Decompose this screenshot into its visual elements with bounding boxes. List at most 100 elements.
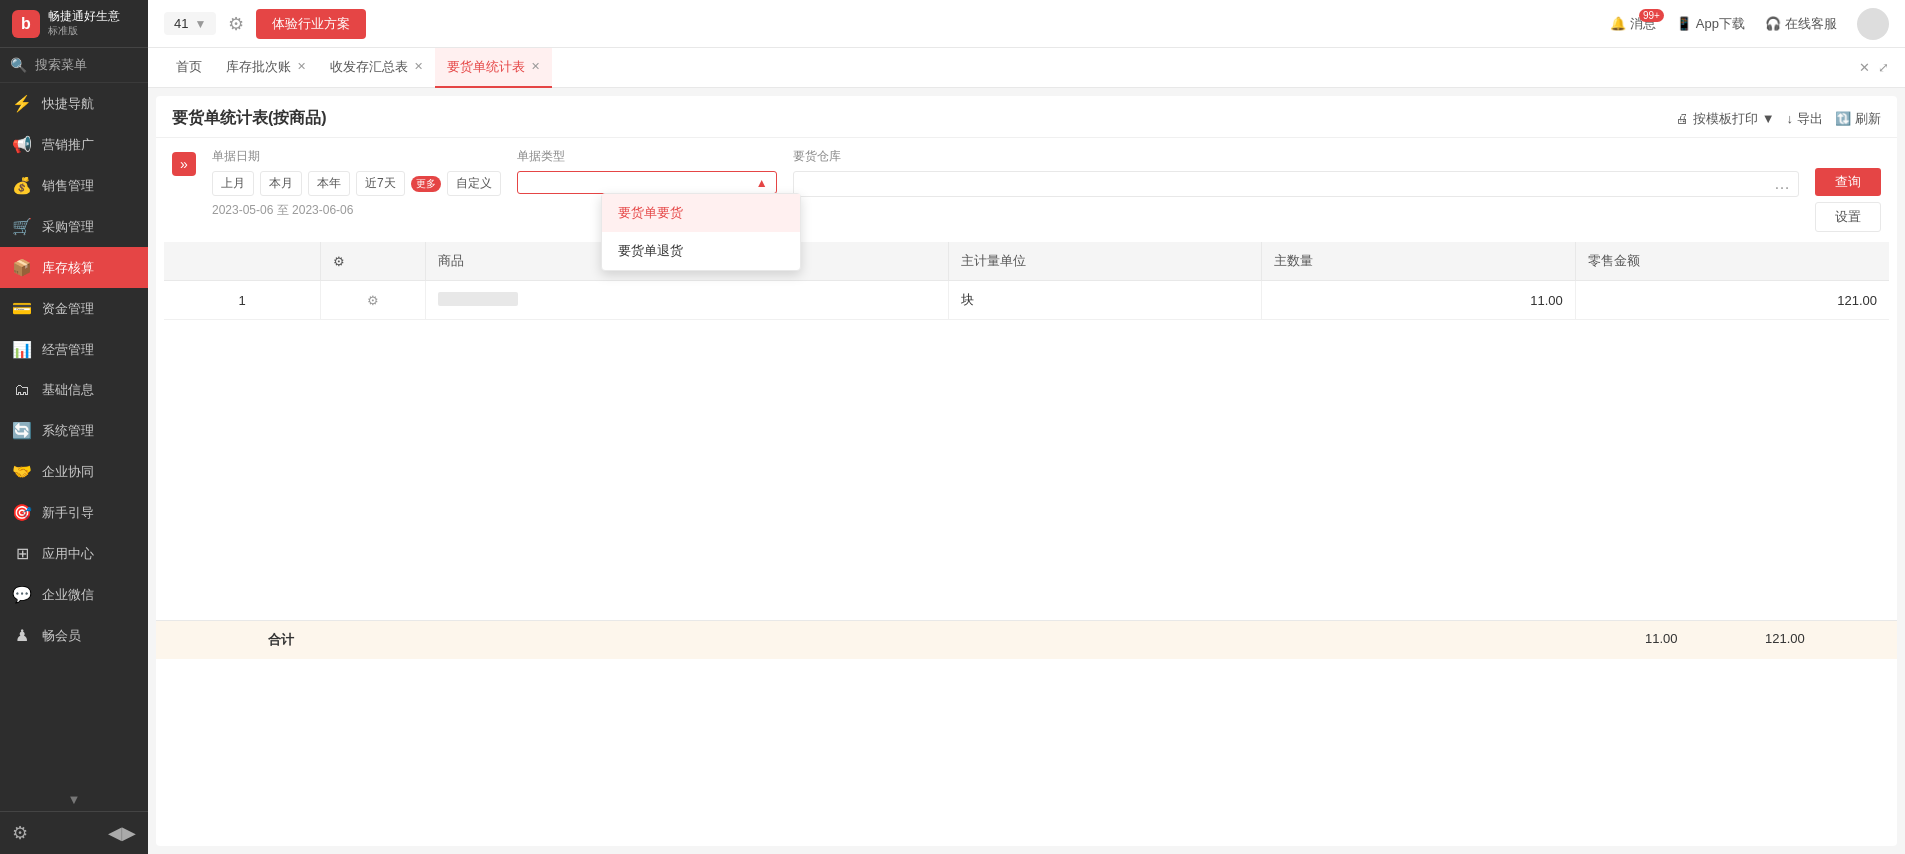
cell-product	[425, 281, 948, 320]
enterprise-icon: 🤝	[12, 462, 32, 481]
online-service-btn[interactable]: 🎧 在线客服	[1765, 15, 1837, 33]
table-footer: 合计 11.00 121.00	[156, 620, 1897, 659]
dropdown-item-order-goods[interactable]: 要货单要货	[602, 194, 800, 232]
filter-warehouse-more-icon[interactable]: …	[1774, 175, 1790, 193]
tab-home[interactable]: 首页	[164, 48, 214, 88]
filter-warehouse-input[interactable]	[802, 177, 1774, 192]
footer-qty: 11.00	[1645, 631, 1765, 649]
dropdown-item-order-return[interactable]: 要货单退货	[602, 232, 800, 270]
system-icon: 🔄	[12, 421, 32, 440]
tab-receivable-summary[interactable]: 收发存汇总表 ✕	[318, 48, 435, 88]
sidebar-item-operation[interactable]: 📊 经营管理	[0, 329, 148, 370]
marketing-icon: 📢	[12, 135, 32, 154]
filter-warehouse-row: …	[793, 171, 1799, 197]
user-avatar[interactable]	[1857, 8, 1889, 40]
table-header-row: ⚙ 商品 主计量单位 主数量 零售金额	[164, 242, 1889, 281]
btn-last7days[interactable]: 近7天	[356, 171, 405, 196]
sidebar-nav: ⚡ 快捷导航 📢 营销推广 💰 销售管理 🛒 采购管理 📦 库存核算 💳 资金管…	[0, 83, 148, 788]
btn-this-year[interactable]: 本年	[308, 171, 350, 196]
tab-batch-account[interactable]: 库存批次账 ✕	[214, 48, 318, 88]
cell-unit: 块	[948, 281, 1262, 320]
col-unit: 主计量单位	[948, 242, 1262, 281]
export-btn[interactable]: ↓ 导出	[1787, 110, 1824, 128]
export-label: 导出	[1797, 110, 1823, 128]
tab-order-stats-label: 要货单统计表	[447, 58, 525, 76]
sidebar-item-system[interactable]: 🔄 系统管理	[0, 410, 148, 451]
window-expand-icon[interactable]: ⤢	[1878, 60, 1889, 75]
settings-btn[interactable]: 设置	[1815, 202, 1881, 232]
btn-this-month[interactable]: 本月	[260, 171, 302, 196]
sidebar-item-inventory[interactable]: 📦 库存核算	[0, 247, 148, 288]
online-service-label: 在线客服	[1785, 15, 1837, 33]
sidebar-scroll-down[interactable]: ▼	[0, 788, 148, 811]
cell-qty: 11.00	[1262, 281, 1576, 320]
filter-date-label: 单据日期	[212, 148, 501, 165]
sidebar-item-purchase[interactable]: 🛒 采购管理	[0, 206, 148, 247]
app-title: 畅捷通好生意	[48, 9, 120, 25]
sidebar-item-label: 基础信息	[42, 381, 136, 399]
logo-icon: b	[12, 10, 40, 38]
footer-amount: 121.00	[1765, 631, 1885, 649]
settings-icon[interactable]: ⚙	[12, 822, 28, 844]
tab-order-stats-close[interactable]: ✕	[531, 60, 540, 73]
search-menu-label: 搜索菜单	[35, 56, 87, 74]
table-container: ⚙ 商品 主计量单位 主数量 零售金额 1 ⚙	[156, 242, 1897, 320]
tab-receivable-summary-close[interactable]: ✕	[414, 60, 423, 73]
app-center-icon: ⊞	[12, 544, 32, 563]
sidebar-item-basic-info[interactable]: 🗂 基础信息	[0, 370, 148, 410]
tab-order-stats[interactable]: 要货单统计表 ✕	[435, 48, 552, 88]
filter-type-input-row[interactable]: ▲	[517, 171, 777, 194]
sidebar-item-label: 企业协同	[42, 463, 136, 481]
app-download-btn[interactable]: 📱 App下载	[1676, 15, 1745, 33]
filter-type-group: 单据类型 ▲	[517, 148, 777, 194]
sidebar-item-label: 资金管理	[42, 300, 136, 318]
cell-gear[interactable]: ⚙	[321, 281, 426, 320]
refresh-label: 刷新	[1855, 110, 1881, 128]
page-header: 要货单统计表(按商品) 🖨 按模板打印 ▼ ↓ 导出 🔃 刷新	[156, 96, 1897, 138]
sidebar: b 畅捷通好生意 标准版 🔍 搜索菜单 ⚡ 快捷导航 📢 营销推广 💰 销售管理…	[0, 0, 148, 854]
refresh-btn[interactable]: 🔃 刷新	[1835, 110, 1881, 128]
more-badge[interactable]: 更多	[411, 176, 441, 192]
export-icon: ↓	[1787, 111, 1794, 126]
main-content: 41 ▼ ⚙ 体验行业方案 🔔 消息 99+ 📱 App下载 🎧 在线客服	[148, 0, 1905, 854]
topbar-settings-icon[interactable]: ⚙	[228, 13, 244, 35]
sidebar-item-finance[interactable]: 💳 资金管理	[0, 288, 148, 329]
sidebar-logo: b 畅捷通好生意 标准版	[0, 0, 148, 48]
filter-type-input[interactable]	[526, 175, 756, 190]
col-settings-icon[interactable]: ⚙	[333, 254, 345, 269]
store-selector[interactable]: 41 ▼	[164, 12, 216, 35]
sidebar-item-wechat[interactable]: 💬 企业微信	[0, 574, 148, 615]
tabs-bar: 首页 库存批次账 ✕ 收发存汇总表 ✕ 要货单统计表 ✕ ✕ ⤢	[148, 48, 1905, 88]
sidebar-item-member[interactable]: ♟ 畅会员	[0, 615, 148, 656]
window-close-icon[interactable]: ✕	[1859, 60, 1870, 75]
sidebar-item-quick-nav[interactable]: ⚡ 快捷导航	[0, 83, 148, 124]
sidebar-item-marketing[interactable]: 📢 营销推广	[0, 124, 148, 165]
footer-label: 合计	[268, 631, 348, 649]
query-btn[interactable]: 查询	[1815, 168, 1881, 196]
col-settings[interactable]: ⚙	[321, 242, 426, 281]
sidebar-item-sales[interactable]: 💰 销售管理	[0, 165, 148, 206]
cell-seq: 1	[164, 281, 321, 320]
collapse-icon[interactable]: ◀▶	[108, 822, 136, 844]
page-title: 要货单统计表(按商品)	[172, 108, 327, 129]
finance-icon: 💳	[12, 299, 32, 318]
col-qty: 主数量	[1262, 242, 1576, 281]
filter-type-label: 单据类型	[517, 148, 777, 165]
messages-btn[interactable]: 🔔 消息 99+	[1610, 15, 1656, 33]
sidebar-item-guide[interactable]: 🎯 新手引导	[0, 492, 148, 533]
tab-batch-account-close[interactable]: ✕	[297, 60, 306, 73]
data-table: ⚙ 商品 主计量单位 主数量 零售金额 1 ⚙	[164, 242, 1889, 320]
trial-btn[interactable]: 体验行业方案	[256, 9, 366, 39]
search-menu[interactable]: 🔍 搜索菜单	[0, 48, 148, 83]
print-template-btn[interactable]: 🖨 按模板打印 ▼	[1676, 110, 1775, 128]
filter-expand-btn[interactable]: »	[172, 152, 196, 176]
btn-custom[interactable]: 自定义	[447, 171, 501, 196]
sidebar-item-label: 企业微信	[42, 586, 136, 604]
sidebar-item-app-center[interactable]: ⊞ 应用中心	[0, 533, 148, 574]
sidebar-item-enterprise[interactable]: 🤝 企业协同	[0, 451, 148, 492]
page-header-actions: 🖨 按模板打印 ▼ ↓ 导出 🔃 刷新	[1676, 110, 1881, 128]
headset-icon: 🎧	[1765, 16, 1781, 31]
filter-type-arrow-icon[interactable]: ▲	[756, 176, 768, 190]
store-name: 41	[174, 16, 188, 31]
btn-last-month[interactable]: 上月	[212, 171, 254, 196]
